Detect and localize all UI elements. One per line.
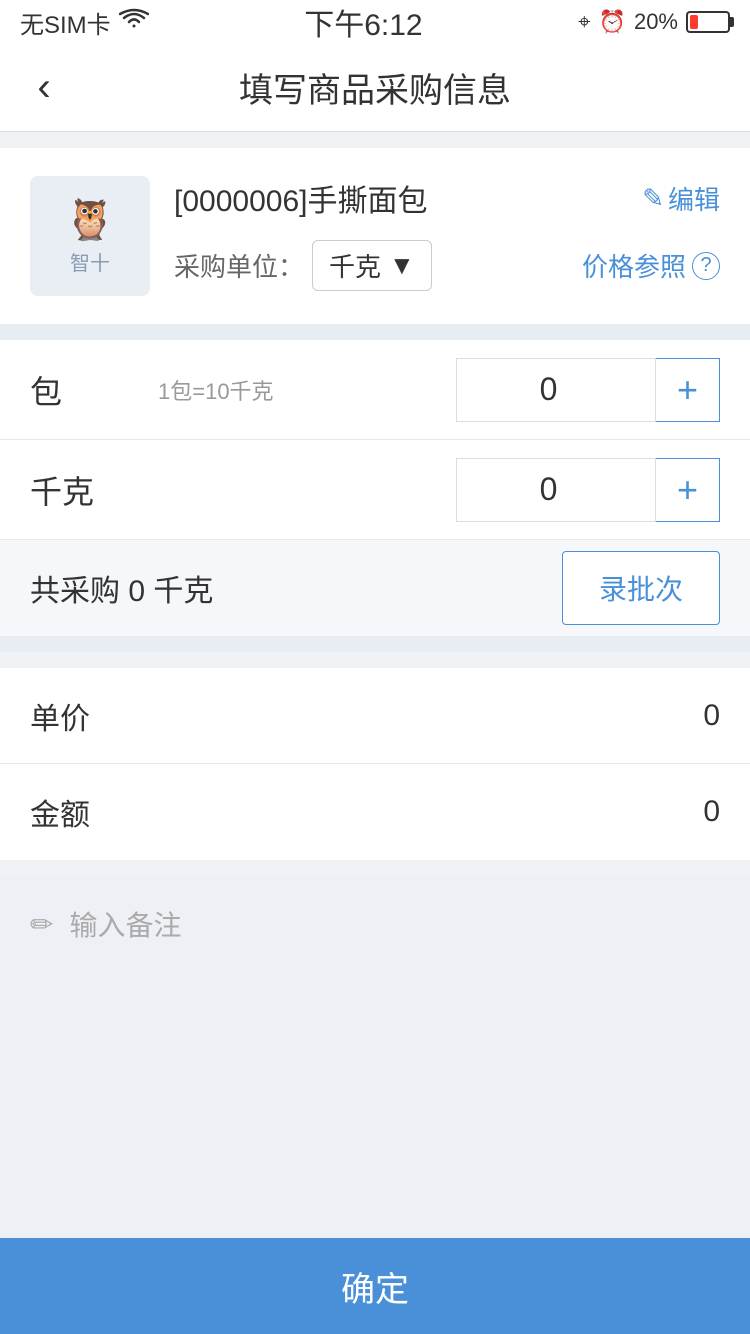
kg-label: 千克 [30,467,150,513]
package-label: 包 [30,367,150,413]
alarm-icon: ⏰ [599,9,626,35]
kg-qty-input[interactable] [456,458,656,522]
status-time: 下午6:12 [304,0,422,44]
confirm-button[interactable]: 确定 [0,1238,750,1334]
wifi-icon [119,8,149,37]
product-title-row: [0000006]手撕面包 ✎ 编辑 [174,176,720,220]
amount-value: 0 [703,795,720,829]
edit-label: 编辑 [668,180,720,217]
quantity-section: 包 1包=10千克 + 千克 + 共采购 0 千克 录批次 [0,340,750,636]
divider-1 [0,324,750,340]
divider-2 [0,636,750,652]
amount-row: 金额 0 [0,764,750,860]
back-icon: ‹ [37,65,50,110]
product-image: 🦉 智十 [30,176,150,296]
pencil-icon: ✏ [30,908,53,941]
unit-select[interactable]: 千克 ▼ [312,240,432,291]
price-ref-help-icon: ? [692,252,720,280]
kg-plus-button[interactable]: + [656,458,720,522]
purchase-unit-row: 采购单位： 千克 ▼ 价格参照 ? [174,240,720,291]
purchase-unit-label: 采购单位： [174,247,304,284]
package-qty-control: + [456,358,720,422]
product-owl-icon: 🦉 [65,196,115,243]
unit-value: 千克 [329,247,381,284]
package-plus-button[interactable]: + [656,358,720,422]
product-info: [0000006]手撕面包 ✎ 编辑 采购单位： 千克 ▼ 价格参照 ? [174,176,720,291]
kg-row: 千克 + [0,440,750,540]
battery-icon [686,11,730,33]
edit-button[interactable]: ✎ 编辑 [642,180,720,217]
battery-percent: 20% [634,9,678,35]
total-label: 共采购 0 千克 [30,566,213,610]
unit-price-row: 单价 0 [0,668,750,764]
status-left: 无SIM卡 [20,5,149,40]
page-title: 填写商品采购信息 [0,63,750,112]
location-icon: ⌖ [578,9,590,35]
status-bar: 无SIM卡 下午6:12 ⌖ ⏰ 20% [0,0,750,44]
amount-label: 金额 [30,790,90,834]
product-card: 🦉 智十 [0000006]手撕面包 ✎ 编辑 采购单位： 千克 ▼ 价格参照 … [0,148,750,324]
package-row: 包 1包=10千克 + [0,340,750,440]
edit-icon: ✎ [642,183,664,214]
price-ref-button[interactable]: 价格参照 ? [582,247,720,284]
unit-price-value: 0 [703,699,720,733]
price-info-section: 单价 0 金额 0 [0,668,750,860]
unit-price-label: 单价 [30,694,90,738]
notes-placeholder: 输入备注 [69,904,181,944]
product-name: [0000006]手撕面包 [174,176,427,220]
package-sub-label: 1包=10千克 [158,374,274,406]
total-row: 共采购 0 千克 录批次 [0,540,750,636]
record-batch-button[interactable]: 录批次 [562,551,720,625]
notes-section[interactable]: ✏ 输入备注 [0,876,750,972]
status-right: ⌖ ⏰ 20% [578,9,730,35]
carrier-text: 无SIM卡 [20,5,111,40]
back-button[interactable]: ‹ [0,44,88,132]
nav-bar: ‹ 填写商品采购信息 [0,44,750,132]
package-qty-input[interactable] [456,358,656,422]
price-ref-label: 价格参照 [582,247,686,284]
unit-dropdown-icon: ▼ [389,250,415,281]
kg-qty-control: + [456,458,720,522]
product-brand-text: 智十 [70,247,110,276]
